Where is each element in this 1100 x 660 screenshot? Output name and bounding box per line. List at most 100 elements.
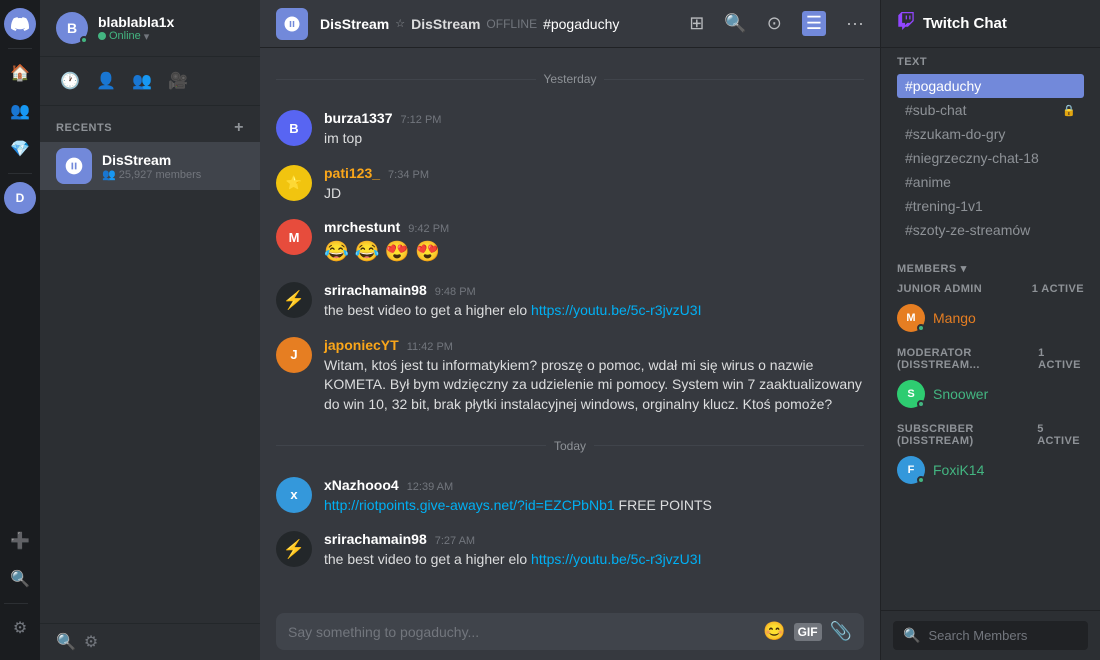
- msg-time-xnazhooo4: 12:39 AM: [407, 481, 453, 493]
- msg-text-burza1337: im top: [324, 129, 864, 149]
- avatar-japoniec: J: [276, 337, 312, 373]
- chat-input[interactable]: [288, 624, 755, 640]
- avatar-snoower: S: [897, 380, 925, 408]
- msg-username-japoniec: japoniecYT: [324, 337, 399, 353]
- twitch-icon: [897, 12, 915, 35]
- search-footer-icon[interactable]: 🔍: [56, 632, 76, 652]
- msg-time-mrchestunt: 9:42 PM: [408, 223, 449, 235]
- chat-server-name2: DisStream: [411, 16, 480, 32]
- status-dot-mango: [917, 324, 925, 332]
- link-sriracha2[interactable]: https://youtu.be/5c-r3jvzU3I: [531, 551, 701, 567]
- chat-header: DisStream ☆ DisStream OFFLINE #pogaduchy…: [260, 0, 880, 48]
- video-icon[interactable]: 🎥: [164, 67, 192, 95]
- disstream-server-item[interactable]: DisStream 👥 25,927 members: [40, 142, 260, 190]
- status-dot: [98, 32, 106, 40]
- member-name-foxik14: FoxiK14: [933, 462, 984, 478]
- channel-trening[interactable]: #trening-1v1: [897, 194, 1084, 218]
- role-subscriber: SUBSCRIBER (DISSTREAM) 5 Active F FoxiK1…: [897, 423, 1084, 487]
- msg-username-sriracha2: srirachamain98: [324, 531, 427, 547]
- msg-text-japoniec: Witam, ktoś jest tu informatykiem? prosz…: [324, 356, 864, 415]
- emoji-icon[interactable]: 😊: [763, 621, 785, 642]
- member-name-snoower: Snoower: [933, 386, 988, 402]
- server-icon[interactable]: D: [4, 182, 36, 214]
- avatar-burza1337: B: [276, 110, 312, 146]
- member-mango[interactable]: M Mango: [897, 301, 1084, 335]
- user-avatar: B: [56, 12, 88, 44]
- explore-icon[interactable]: 🔍: [4, 563, 36, 595]
- clock-icon[interactable]: 🕐: [56, 67, 84, 95]
- msg-username-mrchestunt: mrchestunt: [324, 219, 400, 235]
- search-icon[interactable]: 🔍: [724, 13, 746, 34]
- avatar-mango: M: [897, 304, 925, 332]
- status-dot-foxik14: [917, 476, 925, 484]
- msg-content-japoniec: japoniecYT 11:42 PM Witam, ktoś jest tu …: [324, 337, 864, 415]
- channel-sub-chat[interactable]: #sub-chat 🔒: [897, 98, 1084, 122]
- message-burza1337: B burza1337 7:12 PM im top: [276, 110, 864, 149]
- server-name: DisStream: [102, 152, 201, 168]
- add-button[interactable]: +: [234, 120, 244, 136]
- message-mrchestunt: M mrchestunt 9:42 PM 😂 😂 😍 😍: [276, 219, 864, 266]
- channel-pogaduchy[interactable]: #pogaduchy: [897, 74, 1084, 98]
- msg-content-pati123: pati123_ 7:34 PM JD: [324, 165, 864, 204]
- search-bar: 🔍: [881, 610, 1100, 660]
- separator2: [8, 173, 32, 174]
- search-members-input[interactable]: [928, 628, 1100, 643]
- avatar-sriracha1: ⚡: [276, 282, 312, 318]
- avatar-mrchestunt: M: [276, 219, 312, 255]
- message-japoniec: J japoniecYT 11:42 PM Witam, ktoś jest t…: [276, 337, 864, 415]
- message-xnazhooo4: x xNazhooo4 12:39 AM http://riotpoints.g…: [276, 477, 864, 516]
- msg-content-mrchestunt: mrchestunt 9:42 PM 😂 😂 😍 😍: [324, 219, 864, 266]
- settings-footer-icon[interactable]: ⚙: [84, 632, 98, 652]
- gif-icon[interactable]: GIF: [794, 623, 822, 641]
- msg-text-pati123: JD: [324, 184, 864, 204]
- user-settings-icon[interactable]: ⚙: [4, 612, 36, 644]
- star-icon[interactable]: ☆: [395, 17, 405, 30]
- link-sriracha1[interactable]: https://youtu.be/5c-r3jvzU3I: [531, 302, 701, 318]
- chat-input-area: 😊 GIF 📎: [260, 603, 880, 660]
- link-xnazhooo4[interactable]: http://riotpoints.give-aways.net/?id=EZC…: [324, 497, 615, 513]
- text-section: TEXT #pogaduchy #sub-chat 🔒 #szukam-do-g…: [881, 48, 1100, 246]
- attachment-icon[interactable]: 📎: [830, 621, 852, 642]
- more-icon[interactable]: ···: [846, 13, 864, 34]
- msg-time-sriracha2: 7:27 AM: [435, 535, 475, 547]
- channel-szoty[interactable]: #szoty-ze-streamów: [897, 218, 1084, 242]
- msg-content-sriracha1: srirachamain98 9:48 PM the best video to…: [324, 282, 864, 321]
- channel-anime[interactable]: #anime: [897, 170, 1084, 194]
- msg-text-mrchestunt: 😂 😂 😍 😍: [324, 238, 864, 266]
- discord-logo[interactable]: [4, 8, 36, 40]
- msg-content-burza1337: burza1337 7:12 PM im top: [324, 110, 864, 149]
- right-panel: Twitch Chat TEXT #pogaduchy #sub-chat 🔒 …: [880, 0, 1100, 660]
- msg-content-xnazhooo4: xNazhooo4 12:39 AM http://riotpoints.giv…: [324, 477, 864, 516]
- avatar-sriracha2: ⚡: [276, 531, 312, 567]
- search-members-icon: 🔍: [903, 627, 920, 644]
- add-friend-icon[interactable]: 👥: [128, 67, 156, 95]
- chat-input-wrapper: 😊 GIF 📎: [276, 613, 864, 650]
- today-separator: Today: [276, 439, 864, 453]
- avatar-pati123: ⭐: [276, 165, 312, 201]
- member-foxik14[interactable]: F FoxiK14: [897, 453, 1084, 487]
- lock-icon: 🔒: [1062, 104, 1076, 117]
- home-icon[interactable]: 🏠: [4, 57, 36, 89]
- sidebar-footer: 🔍 ⚙: [40, 623, 260, 660]
- members-header[interactable]: MEMBERS ▾: [897, 262, 1084, 275]
- role-junior-admin: JUNIOR ADMIN 1 Active M Mango: [897, 283, 1084, 335]
- apps-icon[interactable]: ⊞: [689, 13, 704, 34]
- msg-username-burza1337: burza1337: [324, 110, 392, 126]
- msg-username-xnazhooo4: xNazhooo4: [324, 477, 399, 493]
- channel-szukam[interactable]: #szukam-do-gry: [897, 122, 1084, 146]
- member-snoower[interactable]: S Snoower: [897, 377, 1084, 411]
- sidebar-icons: 🕐 👤 👥 🎥: [40, 57, 260, 106]
- layers-icon[interactable]: ⊙: [767, 13, 782, 34]
- add-server-icon[interactable]: ➕: [4, 525, 36, 557]
- separator3: [4, 603, 28, 604]
- nitro-icon[interactable]: 💎: [4, 133, 36, 165]
- channel-niegrzeczny[interactable]: #niegrzeczny-chat-18: [897, 146, 1084, 170]
- server-members: 👥 25,927 members: [102, 168, 201, 181]
- friends-icon[interactable]: 👤: [92, 67, 120, 95]
- menu-icon[interactable]: ☰: [802, 11, 826, 36]
- message-pati123: ⭐ pati123_ 7:34 PM JD: [276, 165, 864, 204]
- avatar-xnazhooo4: x: [276, 477, 312, 513]
- friends-icon[interactable]: 👥: [4, 95, 36, 127]
- members-section: MEMBERS ▾ JUNIOR ADMIN 1 Active M Mango …: [881, 254, 1100, 503]
- recents-header: Recents +: [40, 106, 260, 142]
